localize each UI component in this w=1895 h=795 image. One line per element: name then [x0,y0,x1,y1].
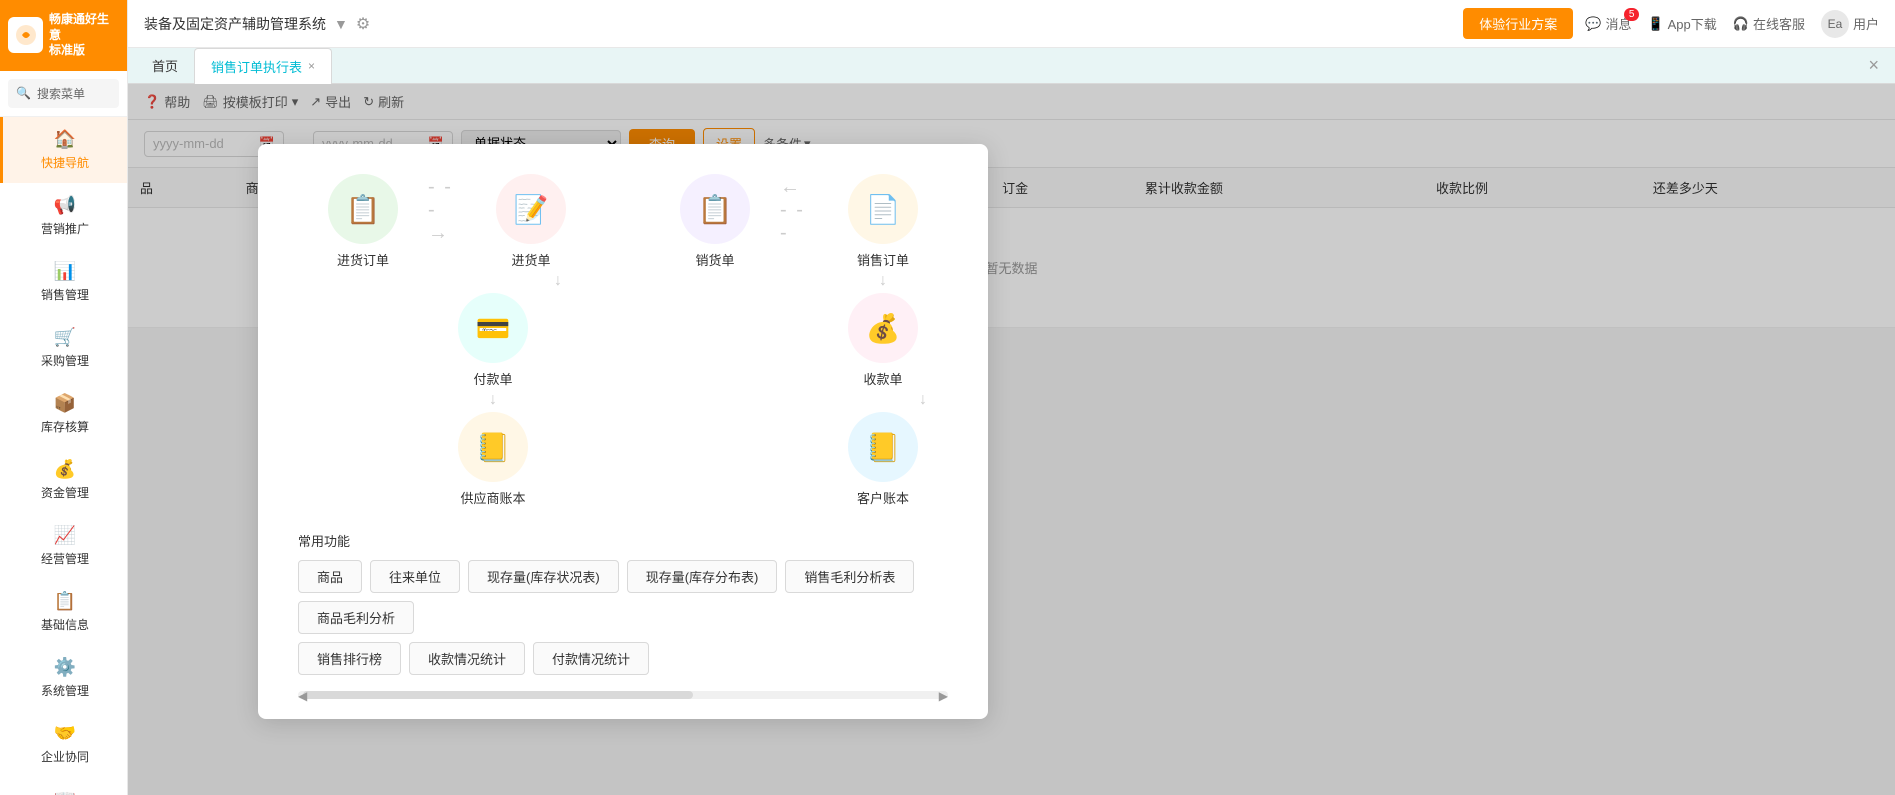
quick-nav-modal: 📋 进货订单 - - - → 📝 [258,144,988,719]
content-area: ❓ 帮助 🖨 按模板打印 ▾ ↗ 导出 ↻ 刷新 [128,84,1895,795]
btn-receipt-stats[interactable]: 收款情况统计 [409,642,525,675]
logo-icon [8,17,43,53]
user-menu[interactable]: Ea 用户 [1821,10,1879,38]
sidebar-item-quick-nav[interactable]: 🏠 快捷导航 [0,117,127,183]
sidebar-item-sales[interactable]: 📊 销售管理 [0,249,127,315]
flow-node-sales-receipt[interactable]: 📋 销货单 [650,174,780,269]
customer-ledger-icon: 📒 [848,412,918,482]
payment-icon: 💳 [458,293,528,363]
purchase-icon: 🛒 [54,327,76,348]
base-info-icon: 📋 [54,591,76,612]
btn-goods[interactable]: 商品 [298,560,362,593]
logo-text: 畅康通好生意 标准版 [49,12,119,59]
close-all-tabs-button[interactable]: × [1860,55,1887,76]
flow-node-sales-order[interactable]: 📄 销售订单 [818,174,948,269]
avatar: Ea [1821,10,1849,38]
sidebar-logo: 畅康通好生意 标准版 [0,0,127,71]
btn-sales-profit[interactable]: 销售毛利分析表 [785,560,914,593]
service-icon: 🎧 [1733,16,1749,32]
sidebar-item-base-info[interactable]: 📋 基础信息 [0,579,127,645]
flow-node-payment[interactable]: 💳 付款单 [428,293,558,388]
btn-stock-dist[interactable]: 现存量(库存分布表) [627,560,778,593]
down-arrow-customer: ↓ [919,390,927,410]
purchase-receipt-icon: 📝 [496,174,566,244]
flow-node-customer-ledger[interactable]: 📒 客户账本 [818,412,948,507]
scroll-right-arrow[interactable]: ▶ [939,689,948,703]
sidebar-item-inventory[interactable]: 📦 库存核算 [0,381,127,447]
btn-stock-status[interactable]: 现存量(库存状况表) [468,560,619,593]
flow-node-purchase-receipt[interactable]: 📝 进货单 [466,174,596,269]
supplier-ledger-icon: 📒 [458,412,528,482]
home-icon: 🏠 [54,129,76,150]
arrow-sales: ← - - - [780,176,818,245]
main-content: 装备及固定资产辅助管理系统 ▼ ⚙ 体验行业方案 💬 消息 5 📱 App下载 … [128,0,1895,795]
arrow-purchase: - - - → [428,176,466,245]
sidebar-item-purchase[interactable]: 🛒 采购管理 [0,315,127,381]
down-arrow-receipt: ↓ [879,271,887,291]
search-menu-button[interactable]: 🔍 搜索菜单 [8,79,119,108]
system-name: 装备及固定资产辅助管理系统 [144,14,326,34]
down-arrow-payment: ↓ [554,271,562,291]
message-button[interactable]: 💬 消息 5 [1585,14,1631,33]
sales-icon: 📊 [54,261,76,282]
message-badge: 5 [1624,8,1640,21]
modal-scrollbar[interactable]: ◀ ▶ [298,691,948,699]
sales-receipt-icon: 📋 [680,174,750,244]
purchase-order-icon: 📋 [328,174,398,244]
marketing-icon: 📢 [54,195,76,216]
flow-node-receipt[interactable]: 💰 收款单 [818,293,948,388]
btn-sales-rank[interactable]: 销售排行榜 [298,642,401,675]
btn-goods-profit[interactable]: 商品毛利分析 [298,601,414,634]
sales-order-icon: 📄 [848,174,918,244]
flow-diagram: 📋 进货订单 - - - → 📝 [298,174,948,507]
finance-icon: 💰 [54,459,76,480]
flow-node-supplier-ledger[interactable]: 📒 供应商账本 [428,412,558,507]
tabbar: 首页 销售订单执行表 × × [128,48,1895,84]
sidebar-search-area: 🔍 搜索菜单 [0,71,127,117]
online-service-button[interactable]: 🎧 在线客服 [1733,14,1805,33]
tab-home[interactable]: 首页 [136,48,194,83]
guide-icon: 📖 [54,789,76,795]
sidebar: 畅康通好生意 标准版 🔍 搜索菜单 🏠 快捷导航 📢 营销推广 📊 销售管理 [0,0,128,795]
scroll-thumb[interactable] [303,691,693,699]
tab-sales-order[interactable]: 销售订单执行表 × [194,48,332,84]
receipt-icon: 💰 [848,293,918,363]
operations-icon: 📈 [54,525,76,546]
sidebar-item-marketing[interactable]: 📢 营销推广 [0,183,127,249]
topbar-actions: 💬 消息 5 📱 App下载 🎧 在线客服 Ea 用户 [1585,10,1879,38]
trial-button[interactable]: 体验行业方案 [1463,8,1573,39]
system-icon: ⚙️ [54,657,76,678]
sidebar-item-enterprise[interactable]: 🤝 企业协同 [0,711,127,777]
topbar: 装备及固定资产辅助管理系统 ▼ ⚙ 体验行业方案 💬 消息 5 📱 App下载 … [128,0,1895,48]
sidebar-item-finance[interactable]: 💰 资金管理 [0,447,127,513]
sidebar-nav: 🏠 快捷导航 📢 营销推广 📊 销售管理 🛒 采购管理 📦 库存核算 💰 [0,117,127,795]
settings-icon[interactable]: ⚙ [356,14,370,34]
btn-payment-stats[interactable]: 付款情况统计 [533,642,649,675]
common-functions-section: 常用功能 商品 往来单位 现存量(库存状况表) 现存量(库存分布表) 销售毛利分… [298,531,948,675]
app-icon: 📱 [1647,16,1663,32]
message-icon: 💬 [1585,16,1601,32]
dropdown-icon[interactable]: ▼ [334,16,348,32]
app-download-button[interactable]: 📱 App下载 [1647,14,1716,33]
common-title: 常用功能 [298,531,948,550]
search-icon: 🔍 [16,86,31,100]
scroll-left-arrow[interactable]: ◀ [298,689,307,703]
sidebar-item-guide[interactable]: 📖 新手引导 [0,777,127,795]
down-arrow-supplier: ↓ [489,390,497,410]
sidebar-item-operations[interactable]: 📈 经营管理 [0,513,127,579]
inventory-icon: 📦 [54,393,76,414]
flow-node-purchase-order[interactable]: 📋 进货订单 [298,174,428,269]
topbar-title: 装备及固定资产辅助管理系统 ▼ ⚙ [144,14,1451,34]
common-buttons-row2: 销售排行榜 收款情况统计 付款情况统计 [298,642,948,675]
modal-overlay[interactable]: 📋 进货订单 - - - → 📝 [128,84,1895,795]
sidebar-item-system[interactable]: ⚙️ 系统管理 [0,645,127,711]
tab-close-icon[interactable]: × [308,59,315,73]
btn-partners[interactable]: 往来单位 [370,560,460,593]
common-buttons-row: 商品 往来单位 现存量(库存状况表) 现存量(库存分布表) 销售毛利分析表 商品… [298,560,948,634]
enterprise-icon: 🤝 [54,723,76,744]
